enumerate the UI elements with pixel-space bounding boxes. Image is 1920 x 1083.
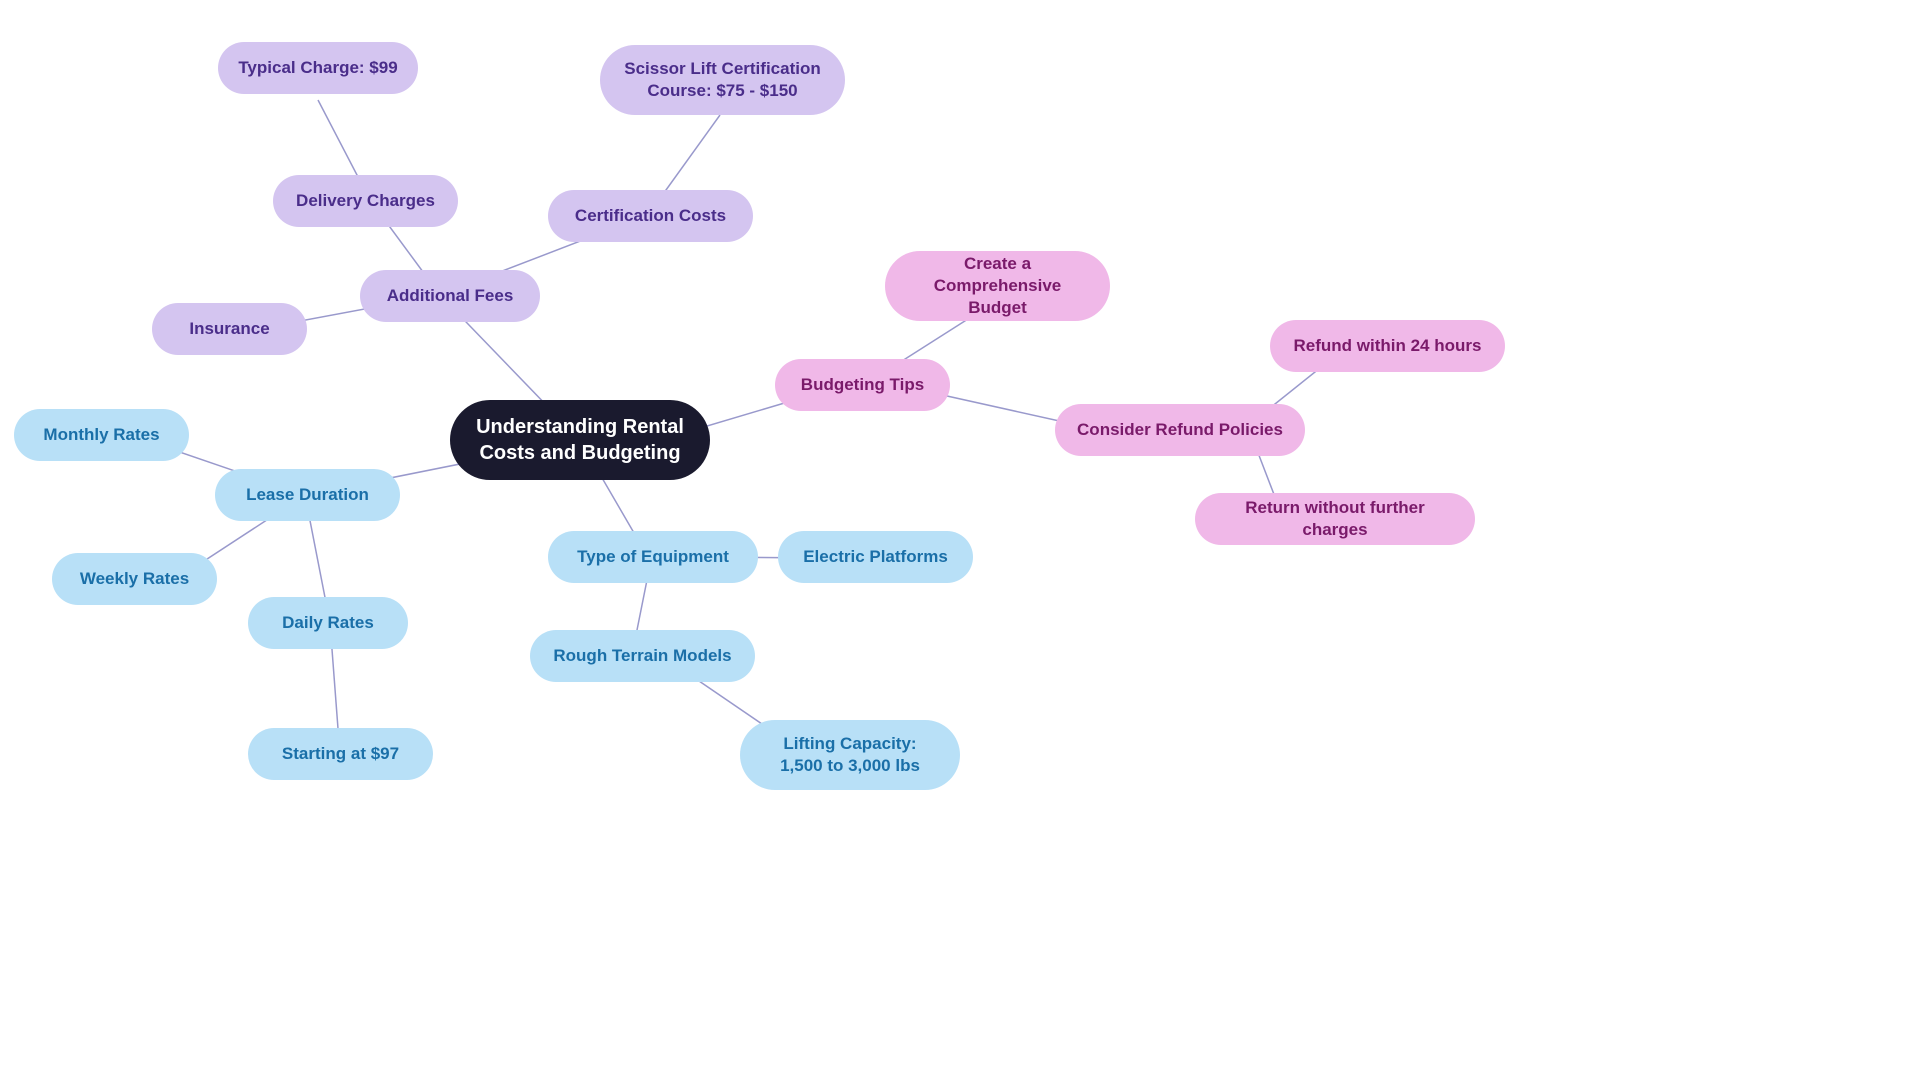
lifting-capacity-node: Lifting Capacity: 1,500 to 3,000 lbs: [740, 720, 960, 790]
certification-costs-node: Certification Costs: [548, 190, 753, 242]
consider-refund-node: Consider Refund Policies: [1055, 404, 1305, 456]
typical-charge-node: Typical Charge: $99: [218, 42, 418, 94]
center-node: Understanding Rental Costs and Budgeting: [450, 400, 710, 480]
scissor-lift-node: Scissor Lift Certification Course: $75 -…: [600, 45, 845, 115]
daily-rates-node: Daily Rates: [248, 597, 408, 649]
refund-24-node: Refund within 24 hours: [1270, 320, 1505, 372]
budgeting-tips-node: Budgeting Tips: [775, 359, 950, 411]
rough-terrain-node: Rough Terrain Models: [530, 630, 755, 682]
starting-at-node: Starting at $97: [248, 728, 433, 780]
insurance-node: Insurance: [152, 303, 307, 355]
return-without-node: Return without further charges: [1195, 493, 1475, 545]
weekly-rates-node: Weekly Rates: [52, 553, 217, 605]
delivery-charges-node: Delivery Charges: [273, 175, 458, 227]
type-of-equipment-node: Type of Equipment: [548, 531, 758, 583]
create-budget-node: Create a Comprehensive Budget: [885, 251, 1110, 321]
additional-fees-node: Additional Fees: [360, 270, 540, 322]
monthly-rates-node: Monthly Rates: [14, 409, 189, 461]
electric-platforms-node: Electric Platforms: [778, 531, 973, 583]
lease-duration-node: Lease Duration: [215, 469, 400, 521]
